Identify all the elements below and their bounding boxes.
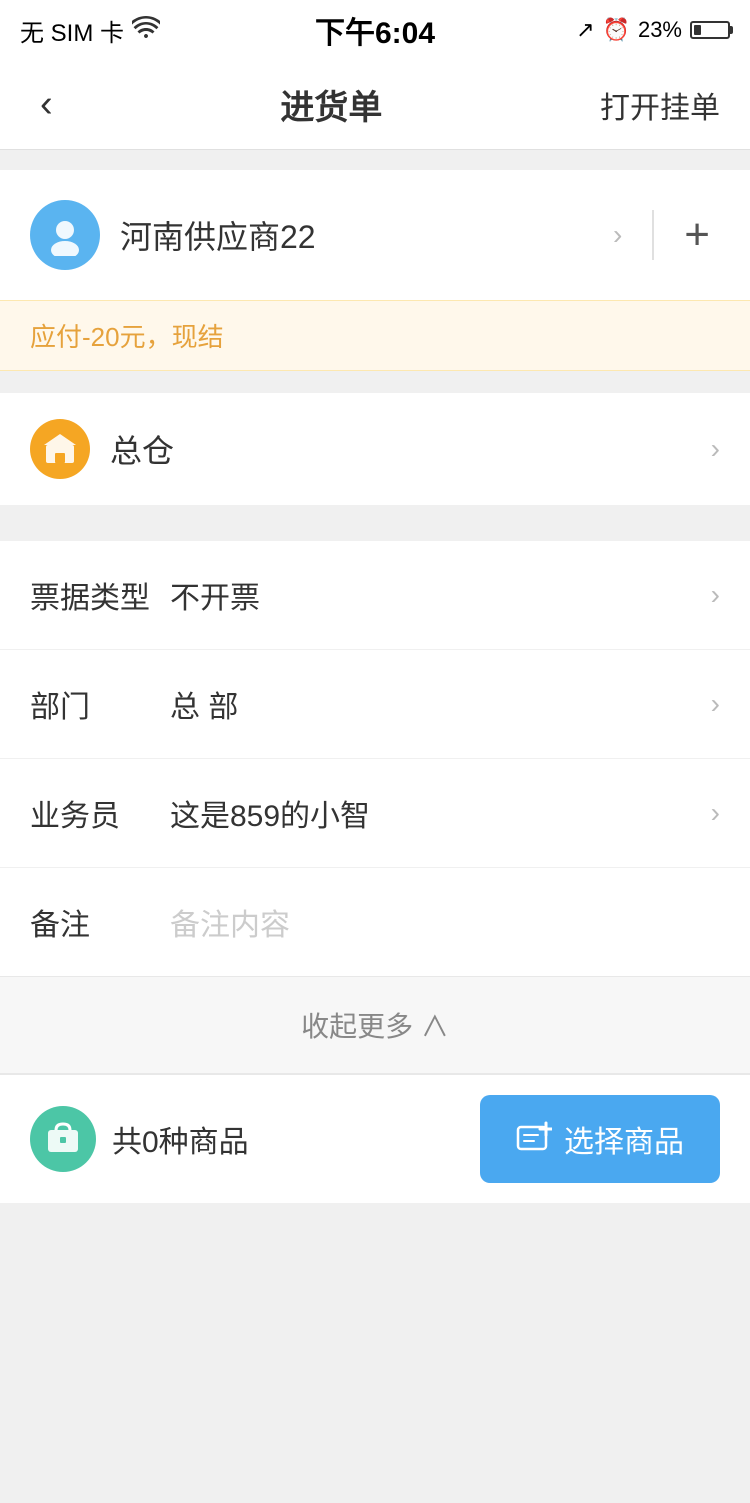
invoice-chevron-icon: › — [711, 579, 720, 611]
salesman-value: 这是859的小智 — [170, 791, 711, 835]
status-bar: 无 SIM 卡 下午6:04 ↗ ⏰ 23% — [0, 0, 750, 60]
form-section: 票据类型 不开票 › 部门 总 部 › 业务员 这是859的小智 › 备注 备注… — [0, 541, 750, 976]
notice-bar: 应付-20元，现结 — [0, 300, 750, 371]
supplier-row[interactable]: 河南供应商22 › — [30, 170, 642, 300]
status-left: 无 SIM 卡 — [20, 13, 160, 48]
warehouse-chevron-icon: › — [711, 433, 720, 465]
warehouse-icon — [30, 419, 90, 479]
supplier-avatar — [30, 200, 100, 270]
supplier-divider — [652, 210, 654, 260]
bottom-bar: 共0种商品 选择商品 — [0, 1074, 750, 1203]
salesman-chevron-icon: › — [711, 797, 720, 829]
select-product-button[interactable]: 选择商品 — [480, 1095, 720, 1183]
supplier-name: 河南供应商22 — [120, 212, 613, 258]
select-product-label: 选择商品 — [564, 1117, 684, 1161]
dept-value: 总 部 — [170, 682, 711, 726]
dept-label: 部门 — [30, 682, 170, 726]
remark-input[interactable]: 备注内容 — [170, 900, 720, 944]
product-icon — [30, 1106, 96, 1172]
warehouse-section[interactable]: 总仓 › — [0, 393, 750, 505]
select-product-icon — [516, 1121, 552, 1157]
status-right: ↗ ⏰ 23% — [576, 17, 730, 43]
add-supplier-button[interactable]: + — [664, 210, 720, 260]
invoice-value: 不开票 — [170, 573, 711, 617]
middle-divider2 — [0, 505, 750, 525]
salesman-label: 业务员 — [30, 791, 170, 835]
battery-icon — [690, 21, 730, 39]
collapse-label: 收起更多 ∧ — [301, 1011, 449, 1042]
supplier-section: 河南供应商22 › + — [0, 170, 750, 300]
battery-percent: 23% — [638, 17, 682, 43]
alarm-icon: ⏰ — [603, 17, 630, 43]
page-title: 进货单 — [280, 80, 382, 129]
supplier-chevron-icon: › — [613, 219, 622, 251]
nav-bar: ‹ 进货单 打开挂单 — [0, 60, 750, 150]
remark-row[interactable]: 备注 备注内容 — [0, 868, 750, 976]
salesman-row[interactable]: 业务员 这是859的小智 › — [0, 759, 750, 868]
notice-text: 应付-20元，现结 — [30, 322, 224, 352]
invoice-row[interactable]: 票据类型 不开票 › — [0, 541, 750, 650]
open-pending-button[interactable]: 打开挂单 — [600, 83, 720, 127]
top-divider — [0, 150, 750, 170]
location-icon: ↗ — [576, 17, 594, 43]
back-button[interactable]: ‹ — [30, 73, 63, 136]
status-time: 下午6:04 — [315, 8, 435, 52]
wifi-icon — [132, 16, 160, 45]
warehouse-row[interactable]: 总仓 › — [0, 393, 750, 505]
middle-divider1 — [0, 371, 750, 391]
collapse-bar[interactable]: 收起更多 ∧ — [0, 976, 750, 1074]
remark-label: 备注 — [30, 900, 170, 944]
dept-chevron-icon: › — [711, 688, 720, 720]
carrier-label: 无 SIM 卡 — [20, 13, 124, 48]
product-count-label: 共0种商品 — [112, 1117, 249, 1161]
dept-row[interactable]: 部门 总 部 › — [0, 650, 750, 759]
product-count-left: 共0种商品 — [30, 1106, 249, 1172]
warehouse-name: 总仓 — [110, 426, 711, 472]
invoice-label: 票据类型 — [30, 573, 170, 617]
page-background — [0, 1203, 750, 1503]
